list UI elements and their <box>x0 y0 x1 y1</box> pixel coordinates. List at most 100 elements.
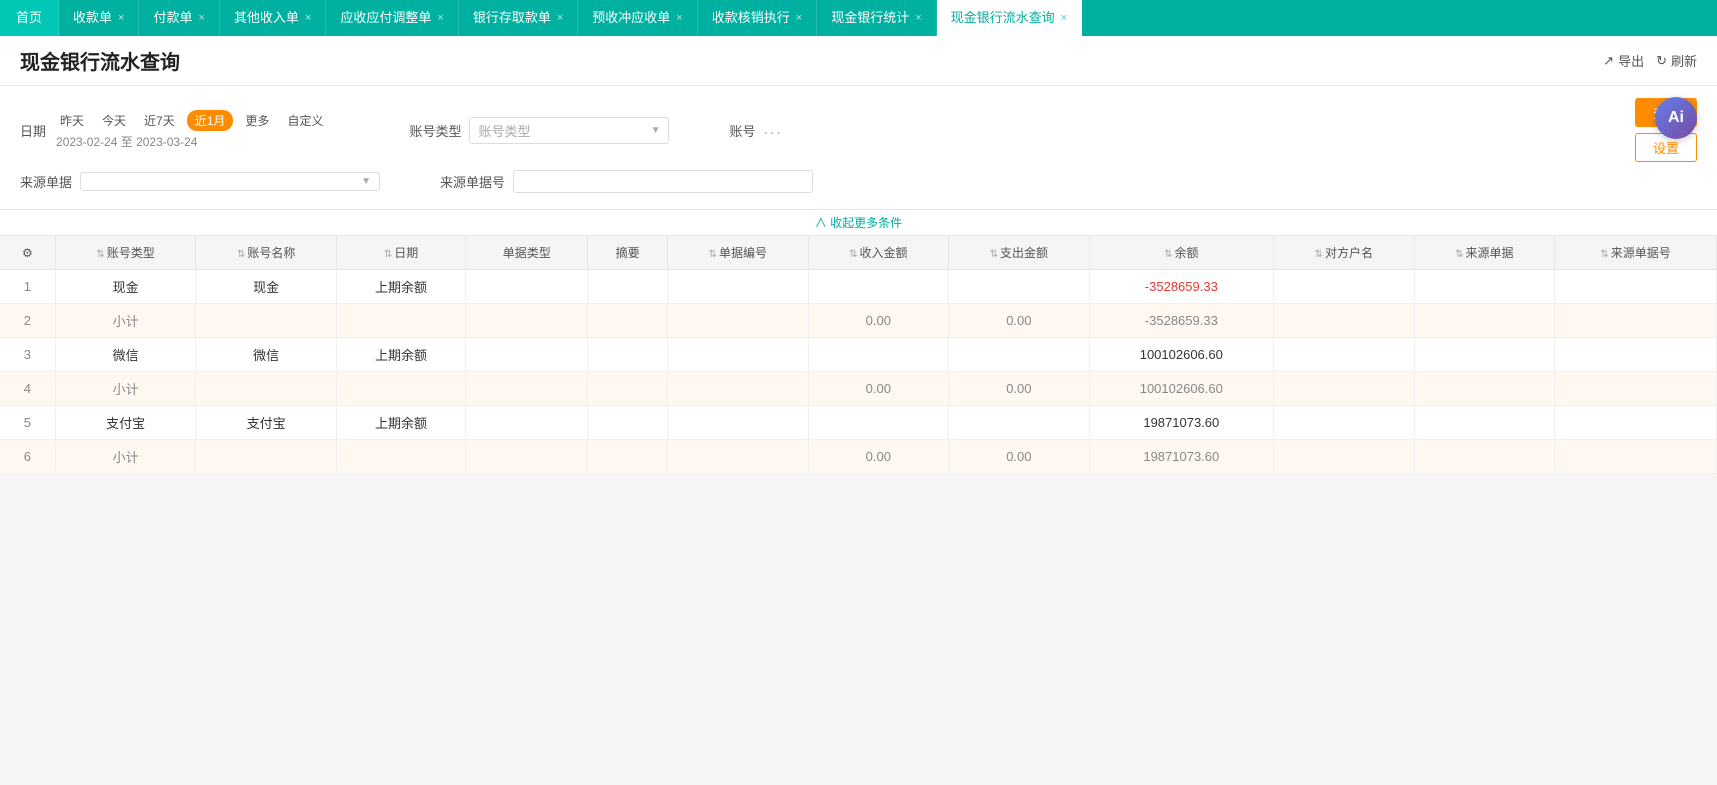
collapse-bar[interactable]: ∧ 收起更多条件 <box>0 210 1717 236</box>
row-expense <box>949 338 1090 372</box>
page-header: 现金银行流水查询 ↗ 导出 ↻ 刷新 <box>0 36 1717 86</box>
table-row[interactable]: 6 小计 0.00 0.00 19871073.60 <box>0 440 1717 474</box>
col-date[interactable]: ⇅日期 <box>336 236 465 270</box>
account-dots[interactable]: ... <box>763 121 782 139</box>
source-doc-select[interactable]: ▼ <box>80 172 380 191</box>
close-icon[interactable]: × <box>915 0 921 36</box>
ai-badge[interactable]: Ai <box>1655 97 1697 139</box>
export-icon: ↗ <box>1603 53 1614 69</box>
row-expense: 0.00 <box>949 372 1090 406</box>
row-counterpart <box>1273 270 1414 304</box>
row-account-name <box>196 372 337 406</box>
row-doc-num <box>667 406 808 440</box>
row-account-name <box>196 440 337 474</box>
table-row[interactable]: 5 支付宝 支付宝 上期余额 19871073.60 <box>0 406 1717 440</box>
col-source-doc[interactable]: ⇅来源单据 <box>1414 236 1555 270</box>
source-doc-num-label: 来源单据号 <box>440 172 505 191</box>
row-doc-type <box>466 406 588 440</box>
close-icon[interactable]: × <box>676 0 682 36</box>
nav-home-label: 首页 <box>16 0 42 36</box>
settings-button[interactable]: 设置 <box>1635 133 1697 162</box>
col-expense[interactable]: ⇅支出金额 <box>949 236 1090 270</box>
row-counterpart <box>1273 440 1414 474</box>
close-icon[interactable]: × <box>1061 0 1067 36</box>
chevron-down-icon: ▼ <box>361 176 371 187</box>
date-1month[interactable]: 近1月 <box>187 110 234 131</box>
filter-row-2: 来源单据 ▼ 来源单据号 <box>20 170 1697 193</box>
header-actions: ↗ 导出 ↻ 刷新 <box>1603 51 1697 70</box>
source-doc-filter-group: 来源单据 ▼ <box>20 172 380 191</box>
refresh-button[interactable]: ↻ 刷新 <box>1656 51 1697 70</box>
row-doc-num <box>667 270 808 304</box>
nav-tab-xianjinyinhang[interactable]: 现金银行统计 × <box>817 0 936 36</box>
close-icon[interactable]: × <box>437 0 443 36</box>
date-more[interactable]: 更多 <box>239 110 275 131</box>
col-counterpart[interactable]: ⇅对方户名 <box>1273 236 1414 270</box>
close-icon[interactable]: × <box>198 0 204 36</box>
nav-tab-yinhangcunkuan[interactable]: 银行存取款单 × <box>459 0 578 36</box>
row-summary <box>588 304 668 338</box>
nav-tab-shoukuandan[interactable]: 收款单 × <box>59 0 139 36</box>
date-today[interactable]: 今天 <box>96 110 132 131</box>
col-source-doc-num[interactable]: ⇅来源单据号 <box>1555 236 1717 270</box>
col-summary: 摘要 <box>588 236 668 270</box>
date-custom[interactable]: 自定义 <box>281 110 329 131</box>
close-icon[interactable]: × <box>118 0 124 36</box>
nav-tab-fukuandan[interactable]: 付款单 × <box>139 0 219 36</box>
nav-tab-yushouchong[interactable]: 预收冲应收单 × <box>578 0 697 36</box>
filter-row-1: 日期 昨天 今天 近7天 近1月 更多 自定义 2023-02-24 至 202… <box>20 98 1697 162</box>
nav-home[interactable]: 首页 <box>0 0 59 36</box>
row-num: 6 <box>0 440 55 474</box>
row-income: 0.00 <box>808 440 949 474</box>
date-yesterday[interactable]: 昨天 <box>54 110 90 131</box>
row-source-doc-num <box>1555 270 1717 304</box>
close-icon[interactable]: × <box>305 0 311 36</box>
col-income[interactable]: ⇅收入金额 <box>808 236 949 270</box>
row-account-name <box>196 304 337 338</box>
row-doc-num <box>667 304 808 338</box>
filter-area: 日期 昨天 今天 近7天 近1月 更多 自定义 2023-02-24 至 202… <box>0 86 1717 210</box>
row-source-doc <box>1414 372 1555 406</box>
row-summary <box>588 338 668 372</box>
row-source-doc-num <box>1555 440 1717 474</box>
nav-tab-yingshouyingfu[interactable]: 应收应付调整单 × <box>326 0 458 36</box>
row-source-doc <box>1414 270 1555 304</box>
row-account-name: 现金 <box>196 270 337 304</box>
account-type-select[interactable]: 账号类型 ▼ <box>469 117 669 144</box>
row-counterpart <box>1273 338 1414 372</box>
nav-tab-liushuichaxun[interactable]: 现金银行流水查询 × <box>937 0 1082 36</box>
col-doc-num[interactable]: ⇅单据编号 <box>667 236 808 270</box>
row-balance: 100102606.60 <box>1089 338 1273 372</box>
col-account-name[interactable]: ⇅账号名称 <box>196 236 337 270</box>
table-row[interactable]: 1 现金 现金 上期余额 -3528659.33 <box>0 270 1717 304</box>
top-nav: 首页 收款单 × 付款单 × 其他收入单 × 应收应付调整单 × 银行存取款单 … <box>0 0 1717 36</box>
col-gear[interactable]: ⚙ <box>0 236 55 270</box>
nav-tab-shoukuanhexiao[interactable]: 收款核销执行 × <box>698 0 817 36</box>
date-7days[interactable]: 近7天 <box>138 110 181 131</box>
row-num: 3 <box>0 338 55 372</box>
row-income: 0.00 <box>808 372 949 406</box>
account-type-filter-group: 账号类型 账号类型 ▼ <box>409 117 669 144</box>
close-icon[interactable]: × <box>796 0 802 36</box>
table-row[interactable]: 4 小计 0.00 0.00 100102606.60 <box>0 372 1717 406</box>
col-balance[interactable]: ⇅余额 <box>1089 236 1273 270</box>
export-button[interactable]: ↗ 导出 <box>1603 51 1644 70</box>
nav-tab-qitashouruan[interactable]: 其他收入单 × <box>220 0 326 36</box>
chevron-down-icon: ▼ <box>651 125 661 136</box>
close-icon[interactable]: × <box>557 0 563 36</box>
row-account-type: 支付宝 <box>55 406 196 440</box>
table-row[interactable]: 3 微信 微信 上期余额 100102606.60 <box>0 338 1717 372</box>
row-account-type: 小计 <box>55 372 196 406</box>
row-source-doc-num <box>1555 372 1717 406</box>
account-type-label: 账号类型 <box>409 121 461 140</box>
col-account-type[interactable]: ⇅账号类型 <box>55 236 196 270</box>
row-expense: 0.00 <box>949 304 1090 338</box>
row-date: 上期余额 <box>336 338 465 372</box>
source-doc-num-input[interactable] <box>513 170 813 193</box>
row-doc-type <box>466 372 588 406</box>
table-row[interactable]: 2 小计 0.00 0.00 -3528659.33 <box>0 304 1717 338</box>
source-doc-num-filter-group: 来源单据号 <box>440 170 813 193</box>
row-summary <box>588 372 668 406</box>
row-source-doc <box>1414 440 1555 474</box>
row-source-doc <box>1414 304 1555 338</box>
